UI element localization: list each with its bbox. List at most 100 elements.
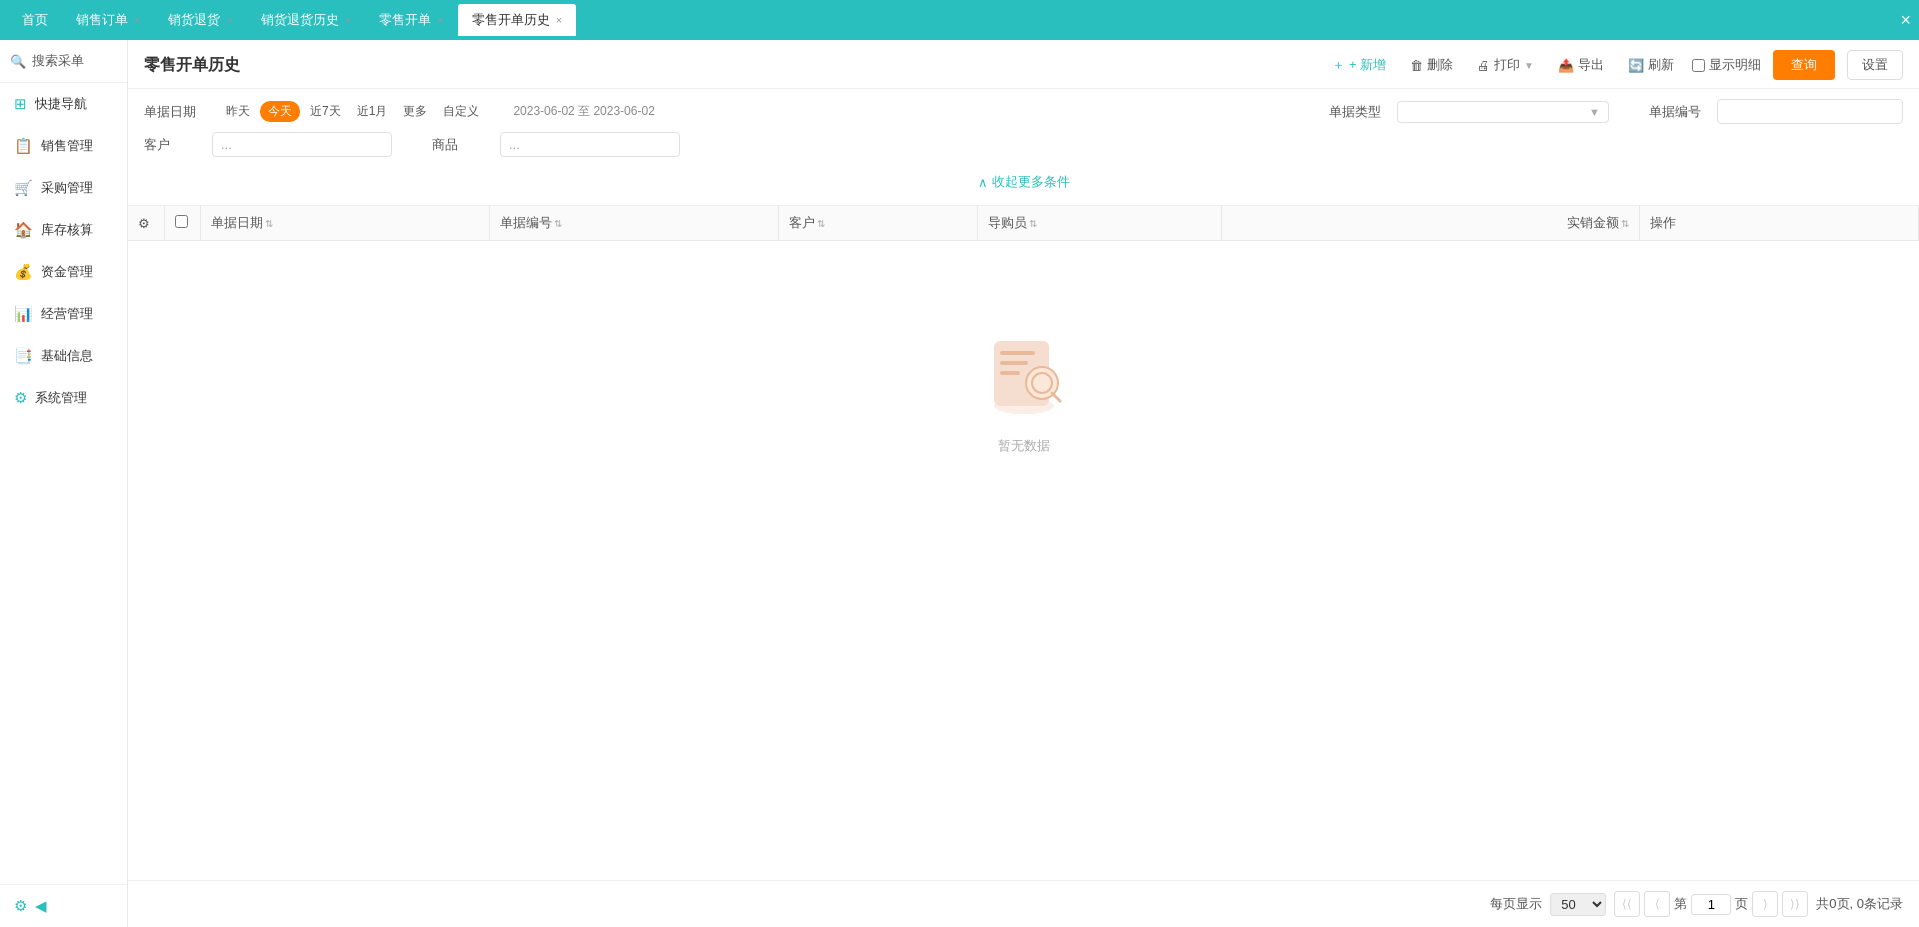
- refresh-icon: 🔄: [1628, 58, 1644, 73]
- sidebar-item-purchase-mgmt[interactable]: 🛒 采购管理: [0, 167, 127, 209]
- sidebar-item-basic-info[interactable]: 📑 基础信息: [0, 335, 127, 377]
- page-title: 零售开单历史: [144, 55, 240, 76]
- settings-bottom-icon[interactable]: ⚙: [14, 897, 27, 915]
- date-btn-1month[interactable]: 近1月: [351, 101, 394, 122]
- filter-doc-no: 单据编号: [1649, 99, 1903, 124]
- content-area: 零售开单历史 ＋ + 新增 🗑 删除 🖨 打印 ▼ 📤 导出: [128, 40, 1919, 927]
- purchase-mgmt-icon: 🛒: [14, 179, 33, 197]
- date-range-display: 2023-06-02 至 2023-06-02: [513, 103, 654, 120]
- set-button[interactable]: 设置: [1847, 50, 1903, 80]
- delete-icon: 🗑: [1410, 58, 1423, 73]
- date-btn-more[interactable]: 更多: [397, 101, 433, 122]
- page-suffix: 页: [1735, 895, 1748, 913]
- th-check[interactable]: [164, 206, 200, 241]
- main-layout: 🔍 搜索采单 ⊞ 快捷导航 📋 销售管理 🛒 采购管理 🏠 库存核算 💰 资金管…: [0, 40, 1919, 927]
- select-all-checkbox[interactable]: [175, 215, 188, 228]
- first-page-button[interactable]: ⟨⟨: [1614, 891, 1640, 917]
- empty-text: 暂无数据: [998, 437, 1050, 455]
- th-action: 操作: [1640, 206, 1919, 241]
- tab-sales-return[interactable]: 销货退货 ×: [154, 4, 246, 36]
- sidebar-item-inventory[interactable]: 🏠 库存核算: [0, 209, 127, 251]
- filter-area: 单据日期 昨天 今天 近7天 近1月 更多 自定义 2023-06-02 至 2…: [128, 89, 1919, 206]
- page-total: 共0页, 0条记录: [1816, 895, 1903, 913]
- sidebar-item-sys-mgmt[interactable]: ⚙ 系统管理: [0, 377, 127, 419]
- page-header: 零售开单历史 ＋ + 新增 🗑 删除 🖨 打印 ▼ 📤 导出: [128, 40, 1919, 89]
- date-btn-yesterday[interactable]: 昨天: [220, 101, 256, 122]
- date-btn-7days[interactable]: 近7天: [304, 101, 347, 122]
- empty-state: 暂无数据: [128, 241, 1919, 535]
- filter-row-2: 客户 ... 商品 ...: [144, 132, 1903, 157]
- show-detail-checkbox[interactable]: 显示明细: [1692, 56, 1761, 74]
- doc-no-input[interactable]: [1717, 99, 1903, 124]
- print-icon: 🖨: [1477, 58, 1490, 73]
- window-close-button[interactable]: ×: [1900, 10, 1911, 31]
- th-customer[interactable]: 客户 ⇅: [779, 206, 978, 241]
- pagination-nav: ⟨⟨ ⟨ 第 页 ⟩ ⟩⟩: [1614, 891, 1808, 917]
- sidebar-item-quick-nav[interactable]: ⊞ 快捷导航: [0, 83, 127, 125]
- th-amount[interactable]: 实销金额 ⇅: [1221, 206, 1639, 241]
- date-btn-today[interactable]: 今天: [260, 101, 300, 122]
- sidebar-bottom: ⚙ ◀: [0, 884, 127, 927]
- table-settings-icon[interactable]: ⚙: [138, 216, 150, 231]
- add-button[interactable]: ＋ + 新增: [1326, 52, 1392, 78]
- collapse-sidebar-icon[interactable]: ◀: [35, 897, 47, 915]
- customer-input[interactable]: ...: [212, 132, 392, 157]
- refresh-button[interactable]: 🔄 刷新: [1622, 52, 1680, 78]
- tab-close-sales-order[interactable]: ×: [134, 14, 140, 26]
- filter-product: 商品 ...: [432, 132, 680, 157]
- ops-mgmt-icon: 📊: [14, 305, 33, 323]
- delete-button[interactable]: 🗑 删除: [1404, 52, 1459, 78]
- last-page-button[interactable]: ⟩⟩: [1782, 891, 1808, 917]
- doc-type-select[interactable]: ▼: [1397, 101, 1609, 123]
- filter-section-date: 单据日期 昨天 今天 近7天 近1月 更多 自定义 2023-06-02 至 2…: [144, 101, 1289, 122]
- print-button[interactable]: 🖨 打印 ▼: [1471, 52, 1540, 78]
- tab-bar-right: ×: [1900, 10, 1911, 31]
- th-date[interactable]: 单据日期 ⇅: [200, 206, 489, 241]
- prev-page-button[interactable]: ⟨: [1644, 891, 1670, 917]
- tab-sales-return-history[interactable]: 销货退货历史 ×: [247, 4, 365, 36]
- sort-date-icon: ⇅: [265, 218, 273, 229]
- svg-rect-4: [1000, 371, 1020, 375]
- sidebar-item-sales-mgmt[interactable]: 📋 销售管理: [0, 125, 127, 167]
- page-number-input[interactable]: [1691, 894, 1731, 915]
- collapse-filter-button[interactable]: ∧ 收起更多条件: [978, 169, 1070, 195]
- query-button[interactable]: 查询: [1773, 50, 1835, 80]
- th-no[interactable]: 单据编号 ⇅: [489, 206, 778, 241]
- tab-close-sales-return[interactable]: ×: [226, 14, 232, 26]
- th-settings[interactable]: ⚙: [128, 206, 164, 241]
- next-page-button[interactable]: ⟩: [1752, 891, 1778, 917]
- export-icon: 📤: [1558, 58, 1574, 73]
- basic-info-icon: 📑: [14, 347, 33, 365]
- th-guide[interactable]: 导购员 ⇅: [977, 206, 1221, 241]
- toolbar: ＋ + 新增 🗑 删除 🖨 打印 ▼ 📤 导出 🔄: [1326, 50, 1903, 80]
- svg-line-7: [1052, 393, 1060, 401]
- search-icon: 🔍: [10, 54, 26, 69]
- sort-guide-icon: ⇅: [1029, 218, 1037, 229]
- tab-sales-order[interactable]: 销售订单 ×: [62, 4, 154, 36]
- per-page-select[interactable]: 50 10 20 100: [1550, 893, 1606, 916]
- product-input[interactable]: ...: [500, 132, 680, 157]
- tab-close-sales-return-history[interactable]: ×: [345, 14, 351, 26]
- tab-close-retail-open[interactable]: ×: [437, 14, 443, 26]
- finance-mgmt-icon: 💰: [14, 263, 33, 281]
- tab-retail-open[interactable]: 零售开单 ×: [365, 4, 457, 36]
- sidebar: 🔍 搜索采单 ⊞ 快捷导航 📋 销售管理 🛒 采购管理 🏠 库存核算 💰 资金管…: [0, 40, 128, 927]
- doc-no-label: 单据编号: [1649, 103, 1709, 121]
- per-page-label: 每页显示: [1490, 895, 1542, 913]
- tab-close-retail-open-history[interactable]: ×: [556, 14, 562, 26]
- sort-customer-icon: ⇅: [817, 218, 825, 229]
- export-button[interactable]: 📤 导出: [1552, 52, 1610, 78]
- sidebar-search[interactable]: 🔍 搜索采单: [0, 40, 127, 83]
- sidebar-item-finance-mgmt[interactable]: 💰 资金管理: [0, 251, 127, 293]
- show-detail-check[interactable]: [1692, 59, 1705, 72]
- tab-retail-open-history[interactable]: 零售开单历史 ×: [458, 4, 576, 36]
- customer-label: 客户: [144, 136, 204, 154]
- doc-type-label: 单据类型: [1329, 103, 1389, 121]
- tab-home[interactable]: 首页: [8, 4, 62, 36]
- sidebar-item-ops-mgmt[interactable]: 📊 经营管理: [0, 293, 127, 335]
- sort-no-icon: ⇅: [554, 218, 562, 229]
- sales-mgmt-icon: 📋: [14, 137, 33, 155]
- date-btn-custom[interactable]: 自定义: [437, 101, 485, 122]
- pagination: 每页显示 50 10 20 100 ⟨⟨ ⟨ 第 页 ⟩ ⟩⟩ 共0页, 0条记…: [128, 880, 1919, 927]
- filter-row-1: 单据日期 昨天 今天 近7天 近1月 更多 自定义 2023-06-02 至 2…: [144, 99, 1903, 124]
